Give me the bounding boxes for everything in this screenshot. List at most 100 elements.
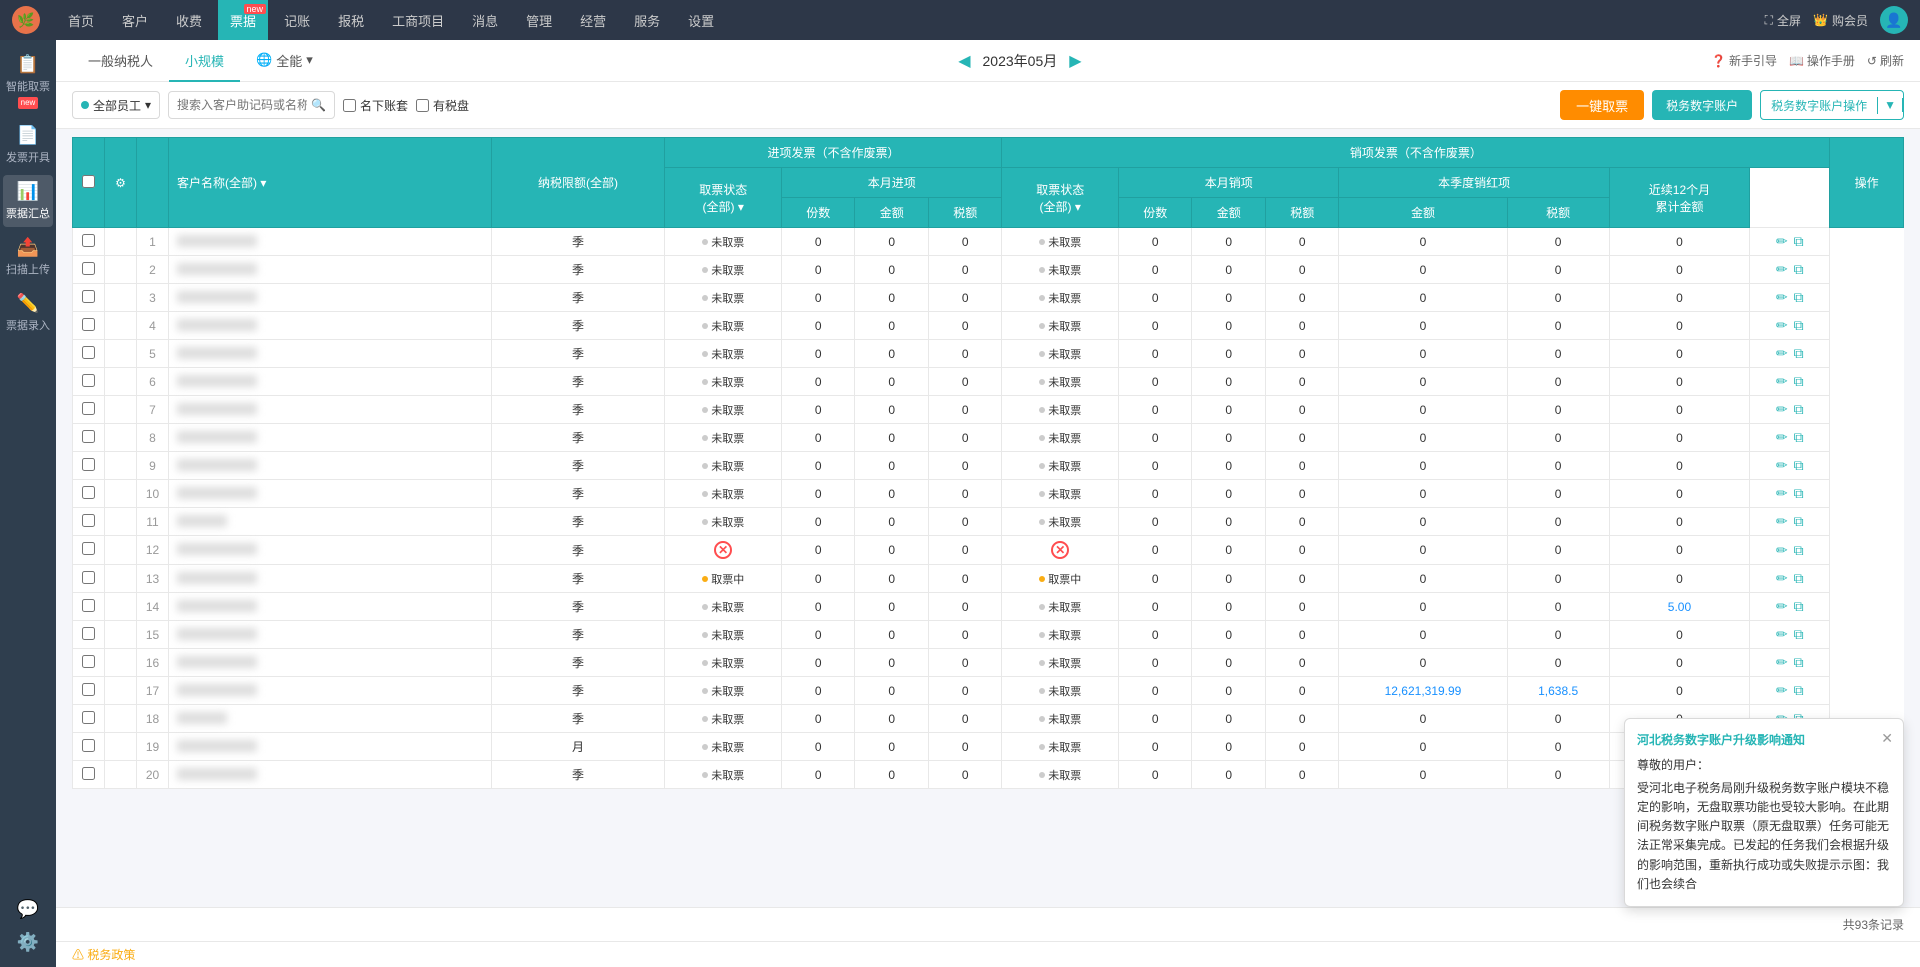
row-checkbox[interactable] [82, 627, 95, 640]
edit-icon[interactable]: ✏ [1776, 513, 1788, 530]
nav-item-manage[interactable]: 管理 [514, 0, 564, 40]
edit-icon[interactable]: ✏ [1776, 654, 1788, 671]
notification-close-btn[interactable]: ✕ [1881, 727, 1893, 749]
row-checkbox[interactable] [82, 430, 95, 443]
row-checkbox[interactable] [82, 374, 95, 387]
row-checkbox[interactable] [82, 346, 95, 359]
edit-icon[interactable]: ✏ [1776, 457, 1788, 474]
refresh-btn[interactable]: ↺ 刷新 [1867, 52, 1904, 69]
select-all-checkbox[interactable] [82, 175, 95, 188]
tab-small-scale[interactable]: 小规模 [169, 40, 240, 82]
one-click-ticket-btn[interactable]: 一键取票 [1560, 90, 1644, 120]
row-checkbox[interactable] [82, 458, 95, 471]
edit-icon[interactable]: ✏ [1776, 345, 1788, 362]
cumulative-value[interactable]: 5.00 [1668, 600, 1691, 614]
nav-item-fee[interactable]: 收费 [164, 0, 214, 40]
sidebar-item-invoice-entry[interactable]: ✏️ 票据录入 [3, 287, 53, 339]
sidebar-item-gear[interactable]: ⚙️ [3, 926, 53, 959]
nav-item-operation[interactable]: 经营 [568, 0, 618, 40]
tax-digital-account-btn[interactable]: 税务数字账户 [1652, 90, 1752, 120]
copy-icon[interactable]: ⧉ [1794, 570, 1804, 587]
nav-item-service[interactable]: 服务 [622, 0, 672, 40]
nav-item-invoice[interactable]: 票据 new [218, 0, 268, 40]
manual-btn[interactable]: 📖 操作手册 [1789, 52, 1855, 69]
tax-policy-bar[interactable]: ⚠ 税务政策 [56, 941, 1920, 967]
sidebar-item-chat[interactable]: 💬 [3, 893, 53, 926]
tab-general-taxpayer[interactable]: 一般纳税人 [72, 40, 169, 82]
nav-item-settings[interactable]: 设置 [676, 0, 726, 40]
edit-icon[interactable]: ✏ [1776, 261, 1788, 278]
row-checkbox[interactable] [82, 599, 95, 612]
row-checkbox[interactable] [82, 514, 95, 527]
vip-btn[interactable]: 👑 购会员 [1813, 12, 1868, 29]
copy-icon[interactable]: ⧉ [1794, 317, 1804, 334]
sidebar-item-smart-ticket[interactable]: 📋 智能取票 new [3, 48, 53, 115]
edit-icon[interactable]: ✏ [1776, 485, 1788, 502]
edit-icon[interactable]: ✏ [1776, 317, 1788, 334]
copy-icon[interactable]: ⧉ [1794, 598, 1804, 615]
row-checkbox[interactable] [82, 290, 95, 303]
nav-item-client[interactable]: 客户 [110, 0, 160, 40]
copy-icon[interactable]: ⧉ [1794, 542, 1804, 559]
copy-icon[interactable]: ⧉ [1794, 373, 1804, 390]
nav-item-business[interactable]: 工商项目 [380, 0, 456, 40]
copy-icon[interactable]: ⧉ [1794, 654, 1804, 671]
nav-item-message[interactable]: 消息 [460, 0, 510, 40]
refund-value[interactable]: 1,638.5 [1538, 684, 1578, 698]
search-input[interactable] [177, 98, 307, 112]
edit-icon[interactable]: ✏ [1776, 542, 1788, 559]
edit-icon[interactable]: ✏ [1776, 233, 1788, 250]
tab-all[interactable]: 🌐 全能 ▾ [240, 40, 329, 82]
row-checkbox[interactable] [82, 318, 95, 331]
avatar[interactable]: 👤 [1880, 6, 1908, 34]
copy-icon[interactable]: ⧉ [1794, 457, 1804, 474]
refund-value[interactable]: 12,621,319.99 [1385, 684, 1462, 698]
row-checkbox[interactable] [82, 486, 95, 499]
row-checkbox[interactable] [82, 262, 95, 275]
edit-icon[interactable]: ✏ [1776, 682, 1788, 699]
row-checkbox[interactable] [82, 234, 95, 247]
row-checkbox[interactable] [82, 711, 95, 724]
new-guide-btn[interactable]: ❓ 新手引导 [1711, 52, 1777, 69]
row-checkbox[interactable] [82, 683, 95, 696]
search-icon[interactable]: 🔍 [311, 98, 326, 112]
sidebar-item-open-invoice[interactable]: 📄 发票开具 [3, 119, 53, 171]
copy-icon[interactable]: ⧉ [1794, 682, 1804, 699]
copy-icon[interactable]: ⧉ [1794, 429, 1804, 446]
copy-icon[interactable]: ⧉ [1794, 261, 1804, 278]
row-checkbox[interactable] [82, 571, 95, 584]
copy-icon[interactable]: ⧉ [1794, 401, 1804, 418]
copy-icon[interactable]: ⧉ [1794, 345, 1804, 362]
edit-icon[interactable]: ✏ [1776, 373, 1788, 390]
edit-icon[interactable]: ✏ [1776, 429, 1788, 446]
row-checkbox[interactable] [82, 767, 95, 780]
prev-month-btn[interactable]: ◀ [954, 47, 974, 75]
checkbox-taxdisk[interactable]: 有税盘 [416, 97, 469, 114]
next-month-btn[interactable]: ▶ [1065, 47, 1085, 75]
edit-icon[interactable]: ✏ [1776, 598, 1788, 615]
copy-icon[interactable]: ⧉ [1794, 513, 1804, 530]
sidebar-item-scan-upload[interactable]: 📤 扫描上传 [3, 231, 53, 283]
edit-icon[interactable]: ✏ [1776, 401, 1788, 418]
taxdisk-checkbox[interactable] [416, 99, 429, 112]
sidebar-item-invoice-summary[interactable]: 📊 票据汇总 [3, 175, 53, 227]
edit-icon[interactable]: ✏ [1776, 626, 1788, 643]
th-input-status[interactable]: 取票状态(全部) ▾ [665, 168, 782, 228]
copy-icon[interactable]: ⧉ [1794, 289, 1804, 306]
row-checkbox[interactable] [82, 542, 95, 555]
nav-item-home[interactable]: 首页 [56, 0, 106, 40]
account-checkbox[interactable] [343, 99, 356, 112]
nav-item-tax[interactable]: 报税 [326, 0, 376, 40]
copy-icon[interactable]: ⧉ [1794, 485, 1804, 502]
nav-item-accounting[interactable]: 记账 [272, 0, 322, 40]
edit-icon[interactable]: ✏ [1776, 289, 1788, 306]
fullscreen-btn[interactable]: ⛶ 全屏 [1765, 12, 1801, 29]
edit-icon[interactable]: ✏ [1776, 570, 1788, 587]
th-output-status[interactable]: 取票状态(全部) ▾ [1002, 168, 1119, 228]
tax-digital-account-dropdown[interactable]: 税务数字账户操作 ▼ [1760, 90, 1904, 120]
copy-icon[interactable]: ⧉ [1794, 626, 1804, 643]
row-checkbox[interactable] [82, 402, 95, 415]
copy-icon[interactable]: ⧉ [1794, 233, 1804, 250]
row-checkbox[interactable] [82, 655, 95, 668]
employee-filter[interactable]: 全部员工 ▾ [72, 91, 160, 119]
